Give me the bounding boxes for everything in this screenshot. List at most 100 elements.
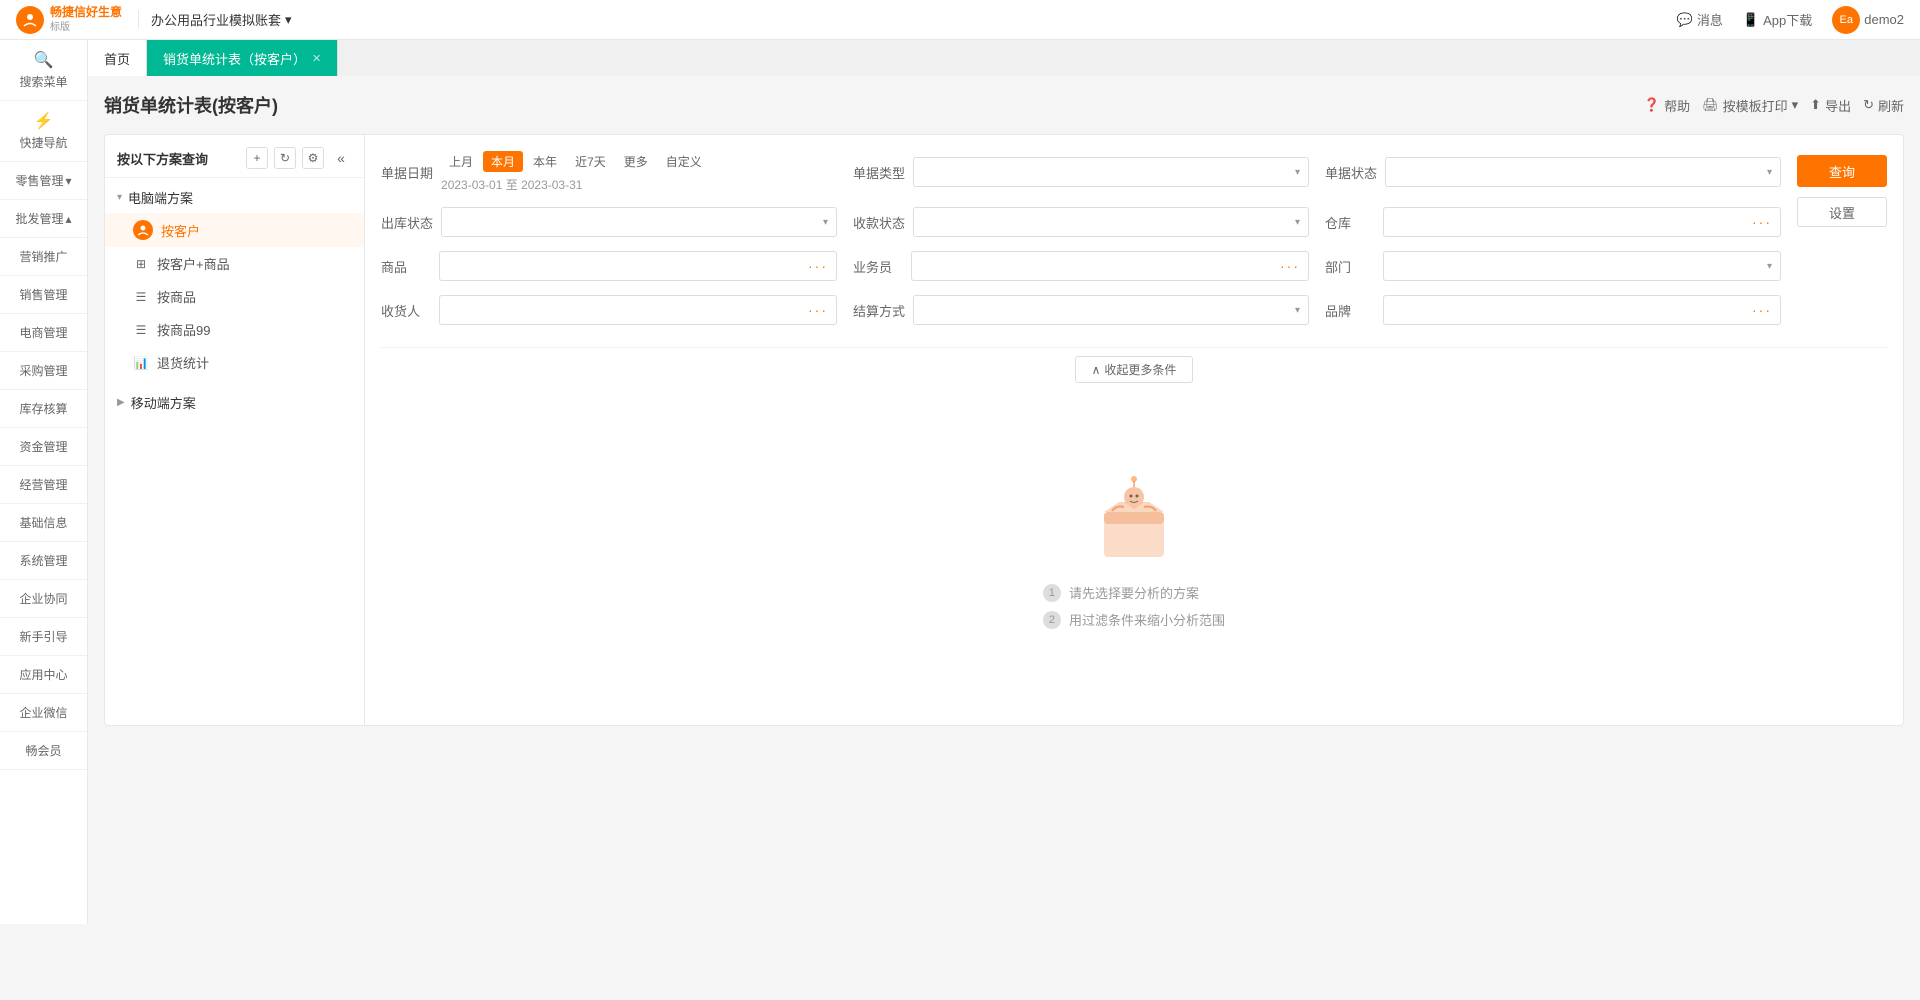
tab-home[interactable]: 首页 [88, 40, 147, 76]
order-type-input[interactable]: ▾ [913, 157, 1309, 187]
message-icon: 💬 [1677, 12, 1693, 28]
app-download-action[interactable]: 📱 App下载 [1743, 10, 1812, 29]
user-profile[interactable]: Ea demo2 [1832, 6, 1904, 34]
main-area: 销货单统计表(按客户) ❓ 帮助 🖨 按模板打印 ▾ ⬆ 导出 ↻ 刷新 [88, 76, 1920, 924]
date-tab-this-month[interactable]: 本月 [483, 151, 523, 172]
page-header: 销货单统计表(按客户) ❓ 帮助 🖨 按模板打印 ▾ ⬆ 导出 ↻ 刷新 [104, 92, 1904, 118]
refresh-button[interactable]: ↻ 刷新 [1863, 96, 1904, 115]
department-label: 部门 [1325, 257, 1375, 276]
collapse-row: ∧ 收起更多条件 [381, 347, 1887, 387]
sidebar-item-purchase[interactable]: 采购管理 [0, 352, 87, 390]
sidebar-item-basics[interactable]: 基础信息 [0, 504, 87, 542]
print-button[interactable]: 🖨 按模板打印 ▾ [1702, 96, 1798, 115]
filter-field-warehouse: 仓库 ··· [1325, 207, 1781, 237]
scheme-add-button[interactable]: + [246, 147, 268, 169]
department-input[interactable]: ▾ [1383, 251, 1781, 281]
expand-arrow-icon: ▾ [117, 192, 122, 203]
print-icon: 🖨 [1702, 97, 1719, 113]
customer-icon [133, 220, 153, 240]
tip-num-1: 1 [1043, 584, 1061, 602]
help-button[interactable]: ❓ 帮助 [1644, 96, 1690, 115]
receipt-status-input[interactable]: ▾ [913, 207, 1309, 237]
top-header: 畅捷信好生意 标版 办公用品行业模拟账套 ▾ 💬 消息 📱 App下载 Ea d… [0, 0, 1920, 40]
date-tab-last-month[interactable]: 上月 [441, 151, 481, 172]
salesperson-label: 业务员 [853, 257, 903, 276]
message-action[interactable]: 💬 消息 [1677, 10, 1723, 29]
sidebar-item-marketing[interactable]: 营销推广 [0, 238, 87, 276]
empty-tips: 1 请先选择要分析的方案 2 用过滤条件来缩小分析范围 [1043, 583, 1225, 629]
order-status-arrow-icon: ▾ [1767, 167, 1772, 178]
product-label: 商品 [381, 257, 431, 276]
scheme-settings-button[interactable]: ⚙ [302, 147, 324, 169]
scheme-item-by-customer-product[interactable]: ⊞ 按客户+商品 [105, 247, 364, 280]
sidebar-item-retail[interactable]: 零售管理 ▾ [0, 162, 87, 200]
scheme-mobile-group: ▶ 移动端方案 [105, 383, 364, 422]
filter-field-recipient: 收货人 ··· [381, 295, 837, 325]
scheme-item-by-product-99[interactable]: ☰ 按商品99 [105, 313, 364, 346]
logo-icon [16, 6, 44, 34]
sidebar-item-operations[interactable]: 经营管理 [0, 466, 87, 504]
date-tab-last-7[interactable]: 近7天 [567, 151, 614, 172]
recipient-input[interactable]: ··· [439, 295, 837, 325]
scheme-edit-button[interactable]: ↻ [274, 147, 296, 169]
sidebar-item-vip[interactable]: 畅会员 [0, 732, 87, 770]
sidebar-item-ecommerce[interactable]: 电商管理 [0, 314, 87, 352]
avatar: Ea [1832, 6, 1860, 34]
warehouse-input[interactable]: ··· [1383, 207, 1781, 237]
sidebar-item-quick-nav[interactable]: ⚡ 快捷导航 [0, 101, 87, 162]
sidebar-item-system[interactable]: 系统管理 [0, 542, 87, 580]
sidebar-item-enterprise[interactable]: 企业协同 [0, 580, 87, 618]
tab-close-icon[interactable]: ✕ [312, 52, 321, 65]
date-tab-custom[interactable]: 自定义 [658, 151, 710, 172]
btn-panel: 查询 设置 [1797, 151, 1887, 339]
scheme-desktop-group: ▾ 电脑端方案 按客户 ⊞ 按客户+商品 [105, 178, 364, 383]
gear-icon: ⚙ [308, 151, 319, 165]
collapse-button[interactable]: ∧ 收起更多条件 [1075, 356, 1194, 383]
date-tab-more[interactable]: 更多 [616, 151, 656, 172]
export-icon: ⬆ [1810, 97, 1821, 113]
filter-field-stock-status: 出库状态 ▾ [381, 207, 837, 237]
sidebar-item-sales[interactable]: 销售管理 [0, 276, 87, 314]
filter-row-with-btn: 单据日期 上月 本月 本年 近7天 更多 自定义 [381, 151, 1887, 339]
settings-button[interactable]: 设置 [1797, 197, 1887, 227]
scheme-item-by-product[interactable]: ☰ 按商品 [105, 280, 364, 313]
brand-input[interactable]: ··· [1383, 295, 1781, 325]
content-card: 按以下方案查询 + ↻ ⚙ « [104, 134, 1904, 726]
empty-tip-2: 2 用过滤条件来缩小分析范围 [1043, 610, 1225, 629]
header-right: 💬 消息 📱 App下载 Ea demo2 [1677, 6, 1904, 34]
sidebar-item-search[interactable]: 🔍 搜索菜单 [0, 40, 87, 101]
tab-sales-stat[interactable]: 销货单统计表（按客户） ✕ [147, 40, 338, 76]
sidebar-item-wechat[interactable]: 企业微信 [0, 694, 87, 732]
sidebar: 🔍 搜索菜单 ⚡ 快捷导航 零售管理 ▾ 批发管理 ▴ 营销推广 销售管理 电商… [0, 40, 88, 924]
filter-field-settlement: 结算方式 ▾ [853, 295, 1309, 325]
scheme-actions: + ↻ ⚙ « [246, 147, 352, 169]
settlement-input[interactable]: ▾ [913, 295, 1309, 325]
scheme-item-by-customer[interactable]: 按客户 [105, 213, 364, 247]
settlement-label: 结算方式 [853, 301, 905, 320]
sidebar-item-wholesale[interactable]: 批发管理 ▴ [0, 200, 87, 238]
salesperson-input[interactable]: ··· [911, 251, 1309, 281]
date-tab-this-year[interactable]: 本年 [525, 151, 565, 172]
sidebar-item-appcenter[interactable]: 应用中心 [0, 656, 87, 694]
chart-icon: 📊 [133, 355, 149, 371]
sidebar-item-inventory[interactable]: 库存核算 [0, 390, 87, 428]
filter-row-2: 出库状态 ▾ 收款状态 ▾ [381, 207, 1781, 237]
warehouse-label: 仓库 [1325, 213, 1375, 232]
platform-selector[interactable]: 办公用品行业模拟账套 ▾ [138, 10, 292, 29]
stock-status-input[interactable]: ▾ [441, 207, 837, 237]
scheme-desktop-group-title[interactable]: ▾ 电脑端方案 [105, 182, 364, 213]
scheme-item-return-stat[interactable]: 📊 退货统计 [105, 346, 364, 379]
scheme-collapse-button[interactable]: « [330, 147, 352, 169]
export-button[interactable]: ⬆ 导出 [1810, 96, 1851, 115]
page-actions: ❓ 帮助 🖨 按模板打印 ▾ ⬆ 导出 ↻ 刷新 [1644, 96, 1904, 115]
sidebar-item-newbie[interactable]: 新手引导 [0, 618, 87, 656]
product-input[interactable]: ··· [439, 251, 837, 281]
print-dropdown-arrow: ▾ [1792, 97, 1799, 113]
query-button[interactable]: 查询 [1797, 155, 1887, 187]
filter-field-order-type: 单据类型 ▾ [853, 157, 1309, 187]
scheme-mobile-group-title[interactable]: ▶ 移动端方案 [105, 387, 364, 418]
empty-state: 1 请先选择要分析的方案 2 用过滤条件来缩小分析范围 [381, 387, 1887, 709]
order-status-input[interactable]: ▾ [1385, 157, 1781, 187]
sidebar-item-finance[interactable]: 资金管理 [0, 428, 87, 466]
empty-tip-1: 1 请先选择要分析的方案 [1043, 583, 1225, 602]
